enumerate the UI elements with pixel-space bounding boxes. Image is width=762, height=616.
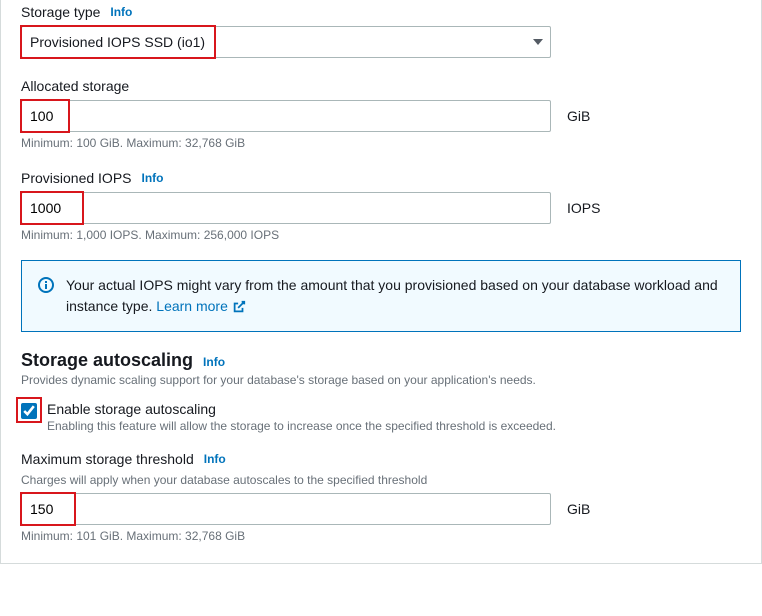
max-threshold-hint: Minimum: 101 GiB. Maximum: 32,768 GiB <box>21 529 741 543</box>
iops-info-box: Your actual IOPS might vary from the amo… <box>21 260 741 332</box>
autoscaling-heading-row: Storage autoscaling Info <box>21 350 741 371</box>
provisioned-iops-input[interactable] <box>21 192 551 224</box>
storage-type-value: Provisioned IOPS SSD (io1) <box>21 26 551 58</box>
storage-type-group: Storage type Info Provisioned IOPS SSD (… <box>21 0 741 58</box>
max-threshold-group: Maximum storage threshold Info Charges w… <box>21 447 741 543</box>
enable-autoscaling-checkbox[interactable] <box>21 403 37 419</box>
autoscaling-checkbox-label: Enable storage autoscaling <box>47 401 556 417</box>
autoscaling-desc: Provides dynamic scaling support for you… <box>21 373 741 387</box>
max-threshold-input[interactable] <box>21 493 551 525</box>
info-icon <box>38 277 54 293</box>
storage-panel: Storage type Info Provisioned IOPS SSD (… <box>0 0 762 564</box>
learn-more-link[interactable]: Learn more <box>156 296 246 317</box>
external-link-icon <box>232 300 246 314</box>
provisioned-iops-label: Provisioned IOPS <box>21 170 132 186</box>
autoscaling-checkbox-desc: Enabling this feature will allow the sto… <box>47 419 556 433</box>
max-threshold-desc: Charges will apply when your database au… <box>21 473 741 487</box>
provisioned-iops-hint: Minimum: 1,000 IOPS. Maximum: 256,000 IO… <box>21 228 741 242</box>
autoscaling-heading: Storage autoscaling <box>21 350 193 371</box>
allocated-storage-label: Allocated storage <box>21 78 129 94</box>
max-threshold-label: Maximum storage threshold <box>21 451 194 467</box>
provisioned-iops-info-link[interactable]: Info <box>142 171 164 185</box>
storage-type-select[interactable]: Provisioned IOPS SSD (io1) <box>21 26 551 58</box>
max-threshold-info-link[interactable]: Info <box>204 452 226 466</box>
allocated-storage-hint: Minimum: 100 GiB. Maximum: 32,768 GiB <box>21 136 741 150</box>
max-threshold-unit: GiB <box>567 501 590 517</box>
allocated-storage-input[interactable] <box>21 100 551 132</box>
autoscaling-checkbox-row: Enable storage autoscaling Enabling this… <box>21 401 741 433</box>
autoscaling-info-link[interactable]: Info <box>203 355 225 369</box>
learn-more-label: Learn more <box>156 296 228 317</box>
allocated-storage-unit: GiB <box>567 108 590 124</box>
allocated-storage-group: Allocated storage GiB Minimum: 100 GiB. … <box>21 74 741 150</box>
provisioned-iops-group: Provisioned IOPS Info IOPS Minimum: 1,00… <box>21 166 741 242</box>
storage-type-label: Storage type <box>21 4 100 20</box>
provisioned-iops-unit: IOPS <box>567 200 600 216</box>
info-box-text: Your actual IOPS might vary from the amo… <box>66 275 724 317</box>
storage-type-info-link[interactable]: Info <box>110 5 132 19</box>
